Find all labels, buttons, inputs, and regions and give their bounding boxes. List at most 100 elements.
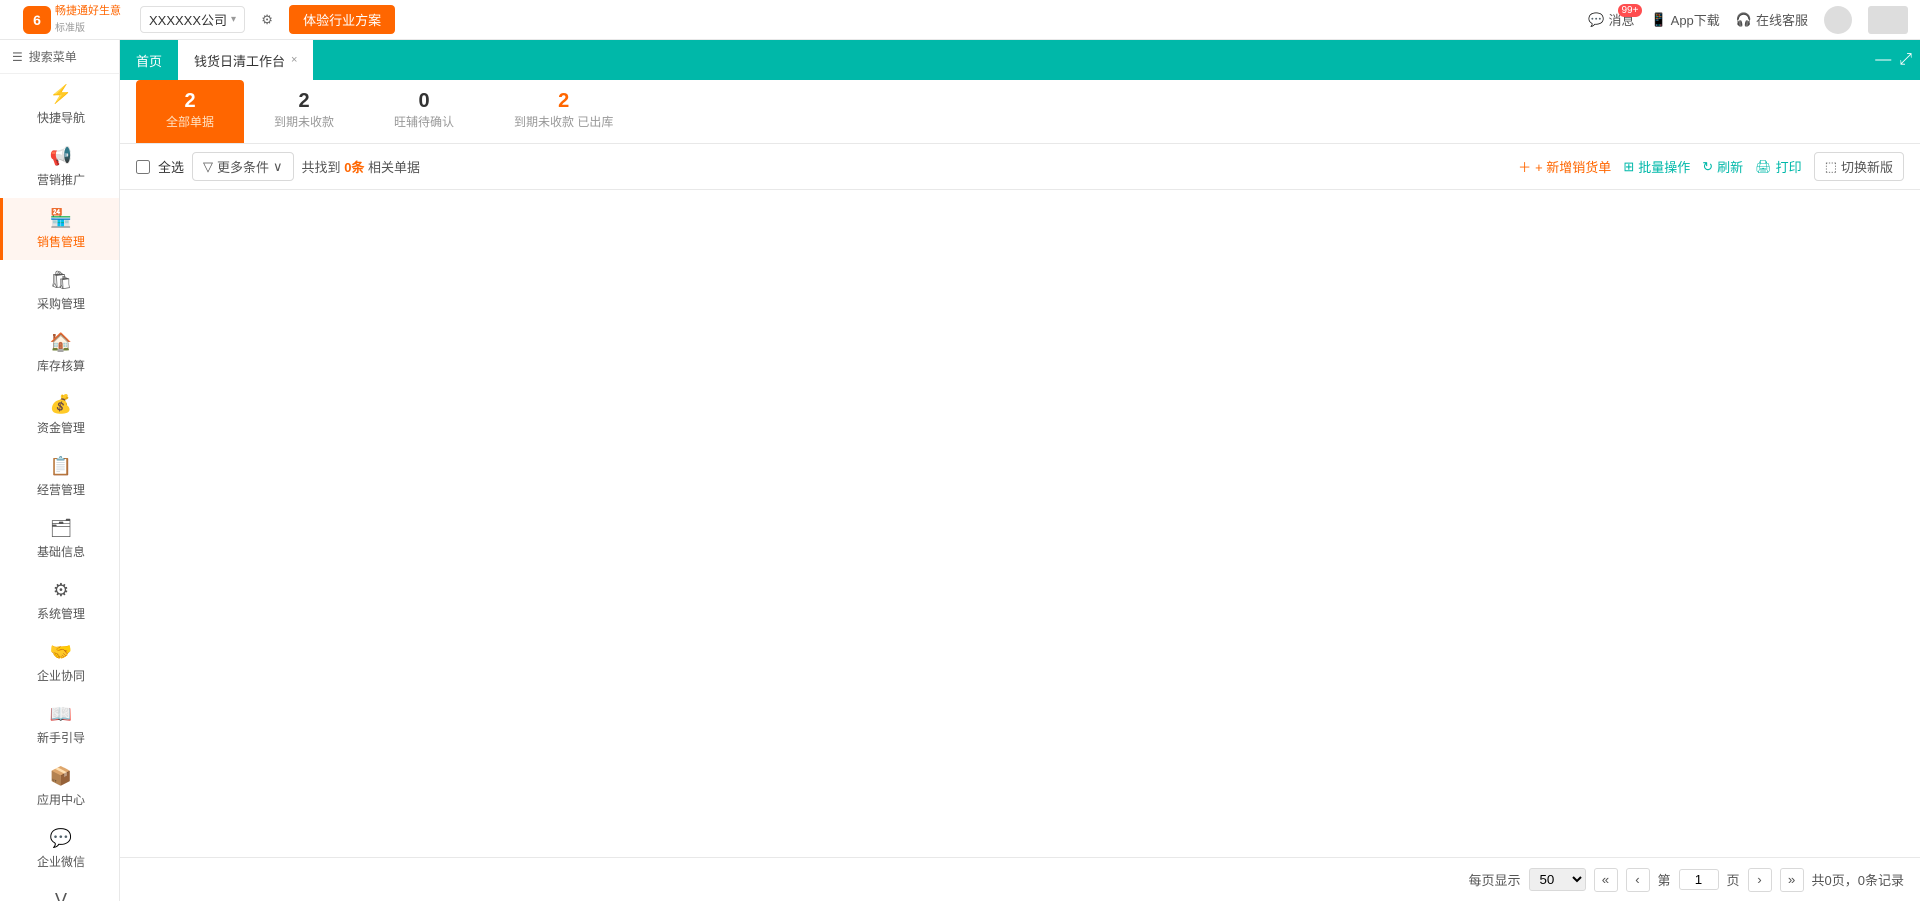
company-select[interactable]: XXXXXX公司 ▾ bbox=[140, 6, 245, 33]
sidebar-icon-vip: V bbox=[55, 890, 67, 901]
table-area bbox=[120, 190, 1920, 857]
trial-button[interactable]: 体验行业方案 bbox=[289, 5, 395, 34]
messages-badge: 99+ bbox=[1618, 4, 1643, 17]
stats-num-pending: 0 bbox=[418, 90, 429, 113]
stats-label-shipped: 到期未收款 已出库 bbox=[514, 113, 613, 130]
sidebar-item-newbie[interactable]: 📖新手引导 bbox=[0, 694, 119, 756]
logo-sub: 标准版 bbox=[55, 19, 121, 34]
logo-title: 畅捷通好生意 bbox=[55, 5, 121, 18]
select-all-checkbox[interactable] bbox=[136, 160, 150, 174]
refresh-button[interactable]: ↻ 刷新 bbox=[1702, 157, 1743, 176]
user-name-area[interactable] bbox=[1868, 6, 1908, 34]
stats-num-overdue: 2 bbox=[298, 90, 309, 113]
found-text: 共找到 0条 相关单据 bbox=[302, 157, 421, 176]
page-size-label: 每页显示 bbox=[1468, 870, 1520, 889]
page-suffix: 页 bbox=[1727, 870, 1740, 889]
logo-section: 6 畅捷通好生意 标准版 bbox=[12, 5, 132, 33]
sidebar-item-app-center[interactable]: 📦应用中心 bbox=[0, 756, 119, 818]
filter-button[interactable]: ▽ 更多条件 ∨ bbox=[192, 152, 294, 181]
page-number-input[interactable] bbox=[1679, 869, 1719, 890]
tab-maximize-icon[interactable]: ⤢ bbox=[1899, 51, 1912, 69]
sidebar-label-wechat: 企业微信 bbox=[37, 853, 85, 870]
search-icon: ☰ bbox=[12, 50, 23, 64]
sidebar-icon-wechat: 💬 bbox=[50, 828, 72, 849]
prev-page-button[interactable]: ‹ bbox=[1626, 868, 1650, 892]
stats-tab-all[interactable]: 2全部单据 bbox=[136, 80, 244, 143]
sidebar-label-quick-nav: 快捷导航 bbox=[37, 109, 85, 126]
message-icon: 💬 bbox=[1588, 12, 1604, 28]
filter-icon: ▽ bbox=[203, 159, 213, 175]
sidebar-item-quick-nav[interactable]: ⚡快捷导航 bbox=[0, 74, 119, 136]
next-page-button[interactable]: › bbox=[1748, 868, 1772, 892]
sidebar-icon-finance: 💰 bbox=[50, 394, 72, 415]
switch-version-button[interactable]: ⬚ 切换新版 bbox=[1814, 152, 1904, 181]
tab-home[interactable]: 首页 bbox=[120, 51, 178, 70]
messages-btn[interactable]: 💬 消息 99+ bbox=[1588, 10, 1634, 29]
refresh-icon: ↻ bbox=[1702, 159, 1713, 175]
stats-tab-overdue[interactable]: 2到期未收款 bbox=[244, 80, 364, 143]
sidebar-icon-sales-mgmt: 🏪 bbox=[50, 208, 72, 229]
main-content: 2全部单据2到期未收款0旺辅待确认2到期未收款 已出库 全选 ▽ 更多条件 ∨ … bbox=[120, 80, 1920, 901]
company-dropdown-arrow: ▾ bbox=[231, 14, 236, 25]
app-download-btn[interactable]: 📱 App下载 bbox=[1650, 10, 1719, 29]
service-icon: 🎧 bbox=[1736, 12, 1752, 28]
stats-num-shipped: 2 bbox=[558, 90, 569, 113]
stats-tabs: 2全部单据2到期未收款0旺辅待确认2到期未收款 已出库 bbox=[120, 80, 1920, 144]
filter-label: 更多条件 bbox=[217, 157, 269, 176]
sidebar-item-inventory[interactable]: 🏠库存核算 bbox=[0, 322, 119, 384]
switch-icon: ⬚ bbox=[1825, 159, 1837, 175]
tab-close-icon[interactable]: × bbox=[291, 54, 297, 66]
tab-active-label: 钱货日清工作台 bbox=[194, 51, 285, 70]
sidebar-item-marketing[interactable]: 📢营销推广 bbox=[0, 136, 119, 198]
batch-operation-button[interactable]: ⊞ 批量操作 bbox=[1623, 157, 1690, 176]
stats-num-all: 2 bbox=[184, 90, 195, 113]
refresh-label: 刷新 bbox=[1717, 157, 1743, 176]
sidebar-item-operations[interactable]: 📋经营管理 bbox=[0, 446, 119, 508]
online-service-btn[interactable]: 🎧 在线客服 bbox=[1736, 10, 1808, 29]
top-bar: 6 畅捷通好生意 标准版 XXXXXX公司 ▾ ⚙ 体验行业方案 💬 消息 99… bbox=[0, 0, 1920, 40]
batch-icon: ⊞ bbox=[1623, 159, 1634, 175]
sidebar-item-basic-info[interactable]: 🗂基础信息 bbox=[0, 508, 119, 570]
sidebar-item-vip[interactable]: V畅会员 bbox=[0, 880, 119, 901]
stats-label-overdue: 到期未收款 bbox=[274, 113, 334, 130]
online-service-label: 在线客服 bbox=[1756, 10, 1808, 29]
app-download-icon: 📱 bbox=[1650, 12, 1666, 28]
switch-label: 切换新版 bbox=[1841, 157, 1893, 176]
pagination: 每页显示 102050100 « ‹ 第 页 › » 共0页，0条记录 bbox=[120, 857, 1920, 901]
sidebar-item-wechat[interactable]: 💬 企业微信 bbox=[0, 818, 119, 880]
print-button[interactable]: 🖨 打印 bbox=[1755, 157, 1802, 176]
sidebar-item-system-mgmt[interactable]: ⚙系统管理 bbox=[0, 570, 119, 632]
sidebar-icon-enterprise: 🤝 bbox=[50, 642, 72, 663]
sidebar-label-basic-info: 基础信息 bbox=[37, 543, 85, 560]
sidebar-item-sales-mgmt[interactable]: 🏪 销售管理 bbox=[0, 198, 119, 260]
top-right-actions: 💬 消息 99+ 📱 App下载 🎧 在线客服 bbox=[1588, 6, 1908, 34]
toolbar-left: 全选 ▽ 更多条件 ∨ 共找到 0条 相关单据 bbox=[136, 152, 1506, 181]
sidebar-label-operations: 经营管理 bbox=[37, 481, 85, 498]
sidebar-item-finance[interactable]: 💰资金管理 bbox=[0, 384, 119, 446]
stats-label-pending: 旺辅待确认 bbox=[394, 113, 454, 130]
sidebar-item-purchase-mgmt[interactable]: 🛍采购管理 bbox=[0, 260, 119, 322]
stats-tab-shipped[interactable]: 2到期未收款 已出库 bbox=[484, 80, 643, 143]
page-size-select[interactable]: 102050100 bbox=[1529, 868, 1586, 891]
found-count: 0条 bbox=[344, 160, 364, 175]
tab-bar: 首页 钱货日清工作台 × — ⤢ bbox=[120, 40, 1920, 80]
tab-active[interactable]: 钱货日清工作台 × bbox=[178, 40, 313, 80]
sidebar-item-enterprise[interactable]: 🤝企业协同 bbox=[0, 632, 119, 694]
last-page-button[interactable]: » bbox=[1780, 868, 1804, 892]
add-label: + 新增销货单 bbox=[1535, 157, 1611, 176]
add-sales-order-button[interactable]: ＋ + 新增销货单 bbox=[1518, 157, 1611, 176]
settings-icon[interactable]: ⚙ bbox=[253, 6, 281, 34]
user-avatar[interactable] bbox=[1824, 6, 1852, 34]
sidebar-icon-marketing: 📢 bbox=[50, 146, 72, 167]
search-menu-btn[interactable]: ☰ 搜索菜单 bbox=[0, 40, 119, 74]
sidebar-icon-system-mgmt: ⚙ bbox=[53, 580, 69, 601]
stats-tab-pending[interactable]: 0旺辅待确认 bbox=[364, 80, 484, 143]
stats-label-all: 全部单据 bbox=[166, 113, 214, 130]
sidebar-label-sales-mgmt: 销售管理 bbox=[37, 233, 85, 250]
batch-label: 批量操作 bbox=[1638, 157, 1690, 176]
first-page-button[interactable]: « bbox=[1594, 868, 1618, 892]
tab-minimize-icon[interactable]: — bbox=[1875, 51, 1891, 69]
toolbar-right: ＋ + 新增销货单 ⊞ 批量操作 ↻ 刷新 🖨 打印 ⬚ 切换新版 bbox=[1518, 152, 1904, 181]
sidebar-icon-app-center: 📦 bbox=[50, 766, 72, 787]
print-label: 打印 bbox=[1776, 157, 1802, 176]
